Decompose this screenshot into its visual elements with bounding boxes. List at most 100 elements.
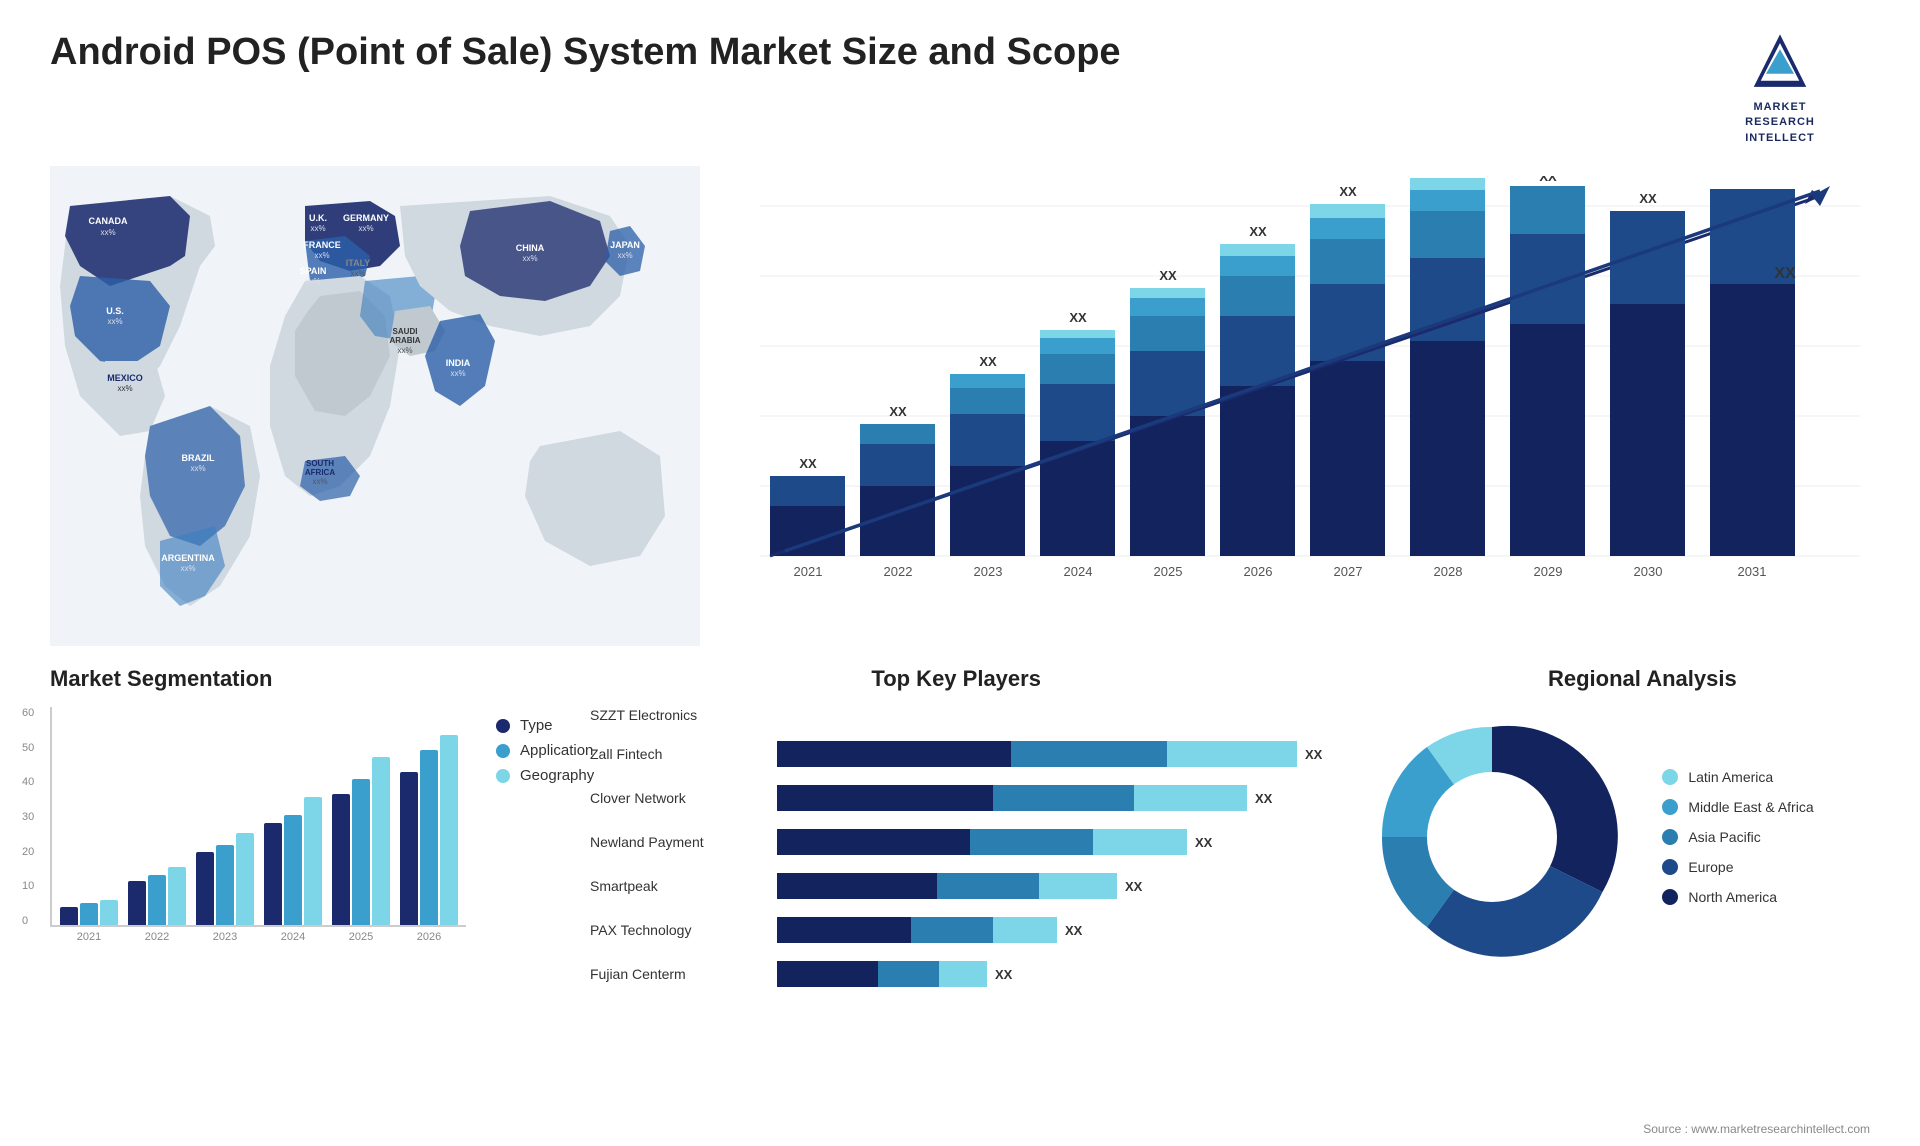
seg-bar-type <box>332 794 350 925</box>
svg-text:MEXICO: MEXICO <box>107 373 143 383</box>
svg-text:AFRICA: AFRICA <box>305 468 335 477</box>
svg-text:xx%: xx% <box>450 369 465 378</box>
player-row-newland: Newland Payment XX <box>590 829 1322 855</box>
seg3 <box>1093 829 1187 855</box>
seg-bar-app <box>148 875 166 925</box>
seg1 <box>777 961 878 987</box>
legend-asia-pacific-color <box>1662 829 1678 845</box>
legend-type-color <box>496 719 510 733</box>
svg-text:xx%: xx% <box>617 251 632 260</box>
svg-text:2022: 2022 <box>884 564 913 579</box>
segmentation-section: Market Segmentation 60 50 40 30 20 10 0 <box>50 666 550 1005</box>
svg-text:xx%: xx% <box>180 564 195 573</box>
svg-text:XX: XX <box>1339 184 1357 199</box>
seg1 <box>777 741 1011 767</box>
seg3 <box>939 961 987 987</box>
legend-app-color <box>496 744 510 758</box>
svg-text:SAUDI: SAUDI <box>393 327 418 336</box>
seg3 <box>1134 785 1247 811</box>
player-val-smartpeak: XX <box>1125 879 1142 894</box>
legend-asia-pacific-label: Asia Pacific <box>1688 829 1760 845</box>
svg-text:xx%: xx% <box>312 477 327 486</box>
player-name-newland: Newland Payment <box>590 834 765 850</box>
seg2 <box>993 785 1134 811</box>
seg-content: 60 50 40 30 20 10 0 <box>50 707 550 943</box>
player-bar-smartpeak: XX <box>777 873 1322 899</box>
svg-text:xx%: xx% <box>350 269 365 278</box>
svg-text:FRANCE: FRANCE <box>303 240 341 250</box>
map-svg: CANADA xx% U.S. xx% MEXICO xx% BRAZIL xx… <box>50 166 700 646</box>
svg-text:GERMANY: GERMANY <box>343 213 389 223</box>
seg-group-2026 <box>400 735 458 925</box>
header: Android POS (Point of Sale) System Marke… <box>50 30 1870 146</box>
seg-bar-app <box>352 779 370 925</box>
seg2 <box>878 961 939 987</box>
player-bar-zall-inner <box>777 741 1297 767</box>
seg2 <box>911 917 992 943</box>
svg-text:SPAIN: SPAIN <box>300 266 327 276</box>
svg-text:xx%: xx% <box>190 464 205 473</box>
player-name-clover: Clover Network <box>590 790 765 806</box>
svg-text:2025: 2025 <box>1154 564 1183 579</box>
logo-icon <box>1745 30 1815 100</box>
player-row-fujian: Fujian Centerm XX <box>590 961 1322 987</box>
regional-section: Regional Analysis <box>1362 666 1920 1005</box>
legend-geo-color <box>496 769 510 783</box>
svg-text:xx%: xx% <box>305 277 320 286</box>
seg-bar-app <box>284 815 302 925</box>
svg-text:XX: XX <box>1774 265 1796 282</box>
svg-text:2024: 2024 <box>1064 564 1093 579</box>
seg-bar-geo <box>168 867 186 925</box>
legend-latin-america-color <box>1662 769 1678 785</box>
svg-text:2031: 2031 <box>1738 564 1767 579</box>
page-title: Android POS (Point of Sale) System Marke… <box>50 30 1121 76</box>
svg-text:xx%: xx% <box>107 317 122 326</box>
seg1 <box>777 785 993 811</box>
svg-text:INDIA: INDIA <box>446 358 471 368</box>
legend-europe: Europe <box>1662 859 1813 875</box>
page-container: Android POS (Point of Sale) System Marke… <box>0 0 1920 1146</box>
player-val-zall: XX <box>1305 747 1322 762</box>
seg-bar-type <box>60 907 78 925</box>
player-row-zall: Zall Fintech XX <box>590 741 1322 767</box>
svg-text:XX: XX <box>979 354 997 369</box>
svg-text:SOUTH: SOUTH <box>306 459 334 468</box>
seg-group-2025 <box>332 757 390 925</box>
seg3 <box>1167 741 1297 767</box>
player-row-szzt: SZZT Electronics <box>590 707 1322 723</box>
player-bar-pax-inner <box>777 917 1057 943</box>
y-axis: 60 50 40 30 20 10 0 <box>22 707 34 927</box>
svg-text:CHINA: CHINA <box>516 243 545 253</box>
seg-bar-geo <box>304 797 322 925</box>
seg-group-2021 <box>60 900 118 925</box>
seg-chart-area: 60 50 40 30 20 10 0 <box>50 707 466 943</box>
svg-text:XX: XX <box>1639 191 1657 206</box>
player-val-pax: XX <box>1065 923 1082 938</box>
svg-text:XX: XX <box>889 404 907 419</box>
logo-text: MARKETRESEARCHINTELLECT <box>1745 100 1815 146</box>
svg-text:XX: XX <box>1159 268 1177 283</box>
seg-bar-type <box>400 772 418 925</box>
bottom-section: Market Segmentation 60 50 40 30 20 10 0 <box>50 666 1870 1005</box>
player-name-pax: PAX Technology <box>590 922 765 938</box>
seg-group-2022 <box>128 867 186 925</box>
player-name-szzt: SZZT Electronics <box>590 707 765 723</box>
player-name-fujian: Fujian Centerm <box>590 966 765 982</box>
legend-geo-label: Geography <box>520 767 594 784</box>
top-section: CANADA xx% U.S. xx% MEXICO xx% BRAZIL xx… <box>50 166 1870 656</box>
growth-chart-svg: XX 2021 XX 2022 XX 2023 <box>730 176 1870 656</box>
legend-middle-east: Middle East & Africa <box>1662 799 1813 815</box>
player-bar-newland: XX <box>777 829 1322 855</box>
player-bar-fujian: XX <box>777 961 1322 987</box>
player-name-smartpeak: Smartpeak <box>590 878 765 894</box>
player-bar-clover-inner <box>777 785 1247 811</box>
svg-text:CANADA: CANADA <box>89 216 128 226</box>
player-bar-fujian-inner <box>777 961 987 987</box>
svg-text:2021: 2021 <box>794 564 823 579</box>
logo: MARKETRESEARCHINTELLECT <box>1690 30 1870 146</box>
svg-text:xx%: xx% <box>117 384 132 393</box>
svg-text:ITALY: ITALY <box>346 258 371 268</box>
svg-text:XX: XX <box>799 456 817 471</box>
world-map: CANADA xx% U.S. xx% MEXICO xx% BRAZIL xx… <box>50 166 710 646</box>
legend-middle-east-label: Middle East & Africa <box>1688 799 1813 815</box>
